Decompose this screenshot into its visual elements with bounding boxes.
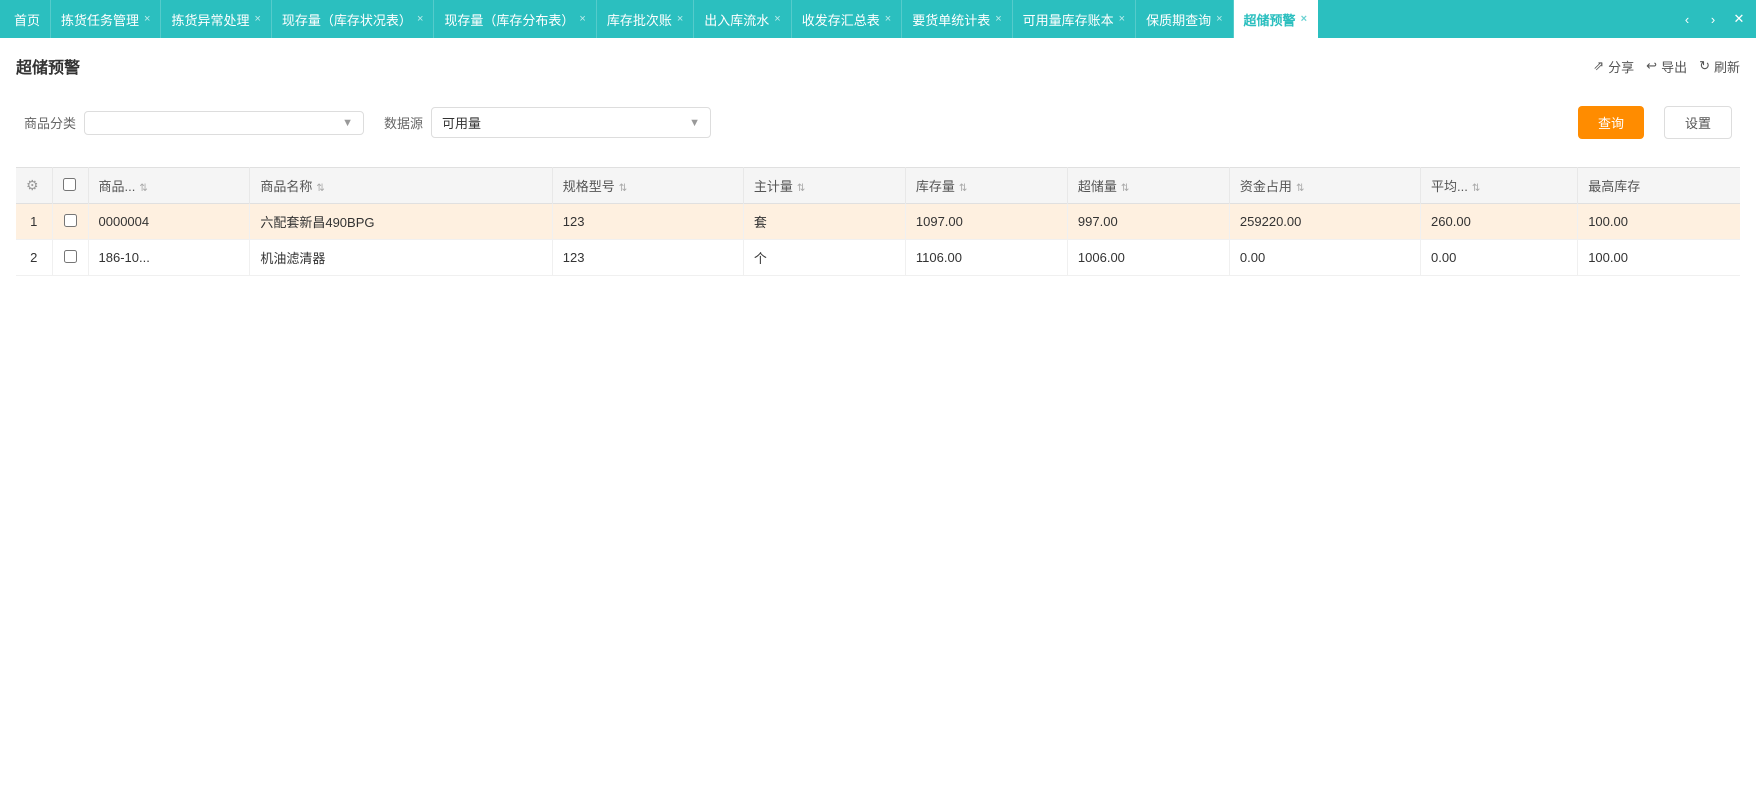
avg-cell: 260.00	[1421, 204, 1578, 240]
nav-tab-10[interactable]: 保质期查询×	[1136, 0, 1233, 38]
datasource-select[interactable]: 可用量 ▼	[431, 107, 711, 138]
page-content: 超储预警 ⇗ 分享 ↩ 导出 ↻ 刷新 商品分类 ▼ 数据源	[0, 38, 1756, 800]
row-checkbox[interactable]	[64, 250, 77, 263]
nav-tab-close-3[interactable]: ×	[417, 13, 423, 25]
table-row[interactable]: 2 186-10... 机油滤清器 123 个 1106.00 1006.00 …	[16, 240, 1740, 276]
gear-icon[interactable]: ⚙	[26, 177, 39, 193]
product-name-col-header[interactable]: 商品名称⇅	[250, 168, 552, 204]
table-header-row: ⚙ 商品...⇅ 商品名称⇅ 规格型号⇅ 主计量⇅ 库存量⇅ 超储量⇅ 资金占用…	[16, 168, 1740, 204]
settings-button[interactable]: 设置	[1664, 106, 1732, 139]
export-icon: ↩	[1646, 58, 1657, 74]
avg-col-header[interactable]: 平均...⇅	[1421, 168, 1578, 204]
row-num: 1	[16, 204, 52, 240]
nav-tab-close-7[interactable]: ×	[885, 13, 891, 25]
nav-tab-2[interactable]: 拣货异常处理×	[161, 0, 271, 38]
nav-tab-7[interactable]: 收发存汇总表×	[792, 0, 902, 38]
share-icon: ⇗	[1593, 58, 1604, 74]
spec-cell: 123	[552, 204, 743, 240]
max-stock-col-header[interactable]: 最高库存	[1578, 168, 1740, 204]
page-title: 超储预警	[16, 54, 80, 78]
product-code-col-header[interactable]: 商品...⇅	[88, 168, 250, 204]
chevron-down-icon-2: ▼	[689, 117, 700, 129]
avg-cell: 0.00	[1421, 240, 1578, 276]
stock-col-header[interactable]: 库存量⇅	[905, 168, 1067, 204]
row-num: 2	[16, 240, 52, 276]
data-table: ⚙ 商品...⇅ 商品名称⇅ 规格型号⇅ 主计量⇅ 库存量⇅ 超储量⇅ 资金占用…	[16, 167, 1740, 276]
nav-expand-btn[interactable]: ✕	[1726, 0, 1752, 38]
stock-cell: 1106.00	[905, 240, 1067, 276]
overstock-cell: 1006.00	[1067, 240, 1229, 276]
product-name-cell: 机油滤清器	[250, 240, 552, 276]
datasource-label: 数据源	[384, 113, 423, 132]
max-stock-cell: 100.00	[1578, 204, 1740, 240]
nav-tab-9[interactable]: 可用量库存账本×	[1013, 0, 1136, 38]
product-code-cell: 0000004	[88, 204, 250, 240]
unit-cell: 个	[743, 240, 905, 276]
export-button[interactable]: ↩ 导出	[1646, 57, 1687, 76]
select-all-checkbox[interactable]	[63, 178, 76, 191]
category-label: 商品分类	[24, 113, 76, 132]
share-button[interactable]: ⇗ 分享	[1593, 57, 1634, 76]
nav-arrows: ‹ › ✕	[1674, 0, 1752, 38]
capital-cell: 0.00	[1229, 240, 1420, 276]
nav-tab-close-2[interactable]: ×	[254, 13, 260, 25]
table-row[interactable]: 1 0000004 六配套新昌490BPG 123 套 1097.00 997.…	[16, 204, 1740, 240]
nav-next-btn[interactable]: ›	[1700, 0, 1726, 38]
nav-tab-close-11[interactable]: ×	[1301, 13, 1307, 25]
checkbox-col-header[interactable]	[52, 168, 88, 204]
overstock-cell: 997.00	[1067, 204, 1229, 240]
filter-row: 商品分类 ▼ 数据源 可用量 ▼ 查询 设置	[16, 94, 1740, 151]
max-stock-cell: 100.00	[1578, 240, 1740, 276]
settings-col-header[interactable]: ⚙	[16, 168, 52, 204]
nav-tab-5[interactable]: 库存批次账×	[597, 0, 694, 38]
refresh-icon: ↻	[1699, 58, 1710, 74]
row-checkbox-cell[interactable]	[52, 240, 88, 276]
nav-tab-close-5[interactable]: ×	[677, 13, 683, 25]
nav-tab-1[interactable]: 拣货任务管理×	[51, 0, 161, 38]
query-button[interactable]: 查询	[1578, 106, 1644, 139]
chevron-down-icon: ▼	[342, 117, 353, 129]
refresh-button[interactable]: ↻ 刷新	[1699, 57, 1740, 76]
nav-tab-3[interactable]: 现存量（库存状况表）×	[272, 0, 434, 38]
stock-cell: 1097.00	[905, 204, 1067, 240]
datasource-filter: 数据源 可用量 ▼	[384, 107, 711, 138]
top-nav: 首页拣货任务管理×拣货异常处理×现存量（库存状况表）×现存量（库存分布表）×库存…	[0, 0, 1756, 38]
nav-tab-close-6[interactable]: ×	[774, 13, 780, 25]
spec-cell: 123	[552, 240, 743, 276]
nav-tab-close-9[interactable]: ×	[1119, 13, 1125, 25]
overstock-col-header[interactable]: 超储量⇅	[1067, 168, 1229, 204]
header-actions: ⇗ 分享 ↩ 导出 ↻ 刷新	[1593, 57, 1740, 76]
capital-cell: 259220.00	[1229, 204, 1420, 240]
datasource-value: 可用量	[442, 113, 481, 132]
row-checkbox-cell[interactable]	[52, 204, 88, 240]
nav-tab-8[interactable]: 要货单统计表×	[902, 0, 1012, 38]
unit-cell: 套	[743, 204, 905, 240]
row-checkbox[interactable]	[64, 214, 77, 227]
nav-tab-close-1[interactable]: ×	[144, 13, 150, 25]
nav-tab-0[interactable]: 首页	[4, 0, 51, 38]
nav-tab-6[interactable]: 出入库流水×	[694, 0, 791, 38]
nav-tab-4[interactable]: 现存量（库存分布表）×	[434, 0, 596, 38]
product-name-cell: 六配套新昌490BPG	[250, 204, 552, 240]
nav-prev-btn[interactable]: ‹	[1674, 0, 1700, 38]
nav-tab-close-4[interactable]: ×	[579, 13, 585, 25]
nav-tab-close-8[interactable]: ×	[995, 13, 1001, 25]
page-header: 超储预警 ⇗ 分享 ↩ 导出 ↻ 刷新	[16, 54, 1740, 78]
product-code-cell: 186-10...	[88, 240, 250, 276]
category-select[interactable]: ▼	[84, 111, 364, 135]
nav-tab-close-10[interactable]: ×	[1216, 13, 1222, 25]
category-filter: 商品分类 ▼	[24, 111, 364, 135]
capital-col-header[interactable]: 资金占用⇅	[1229, 168, 1420, 204]
spec-col-header[interactable]: 规格型号⇅	[552, 168, 743, 204]
nav-tab-11[interactable]: 超储预警×	[1234, 0, 1318, 38]
unit-col-header[interactable]: 主计量⇅	[743, 168, 905, 204]
